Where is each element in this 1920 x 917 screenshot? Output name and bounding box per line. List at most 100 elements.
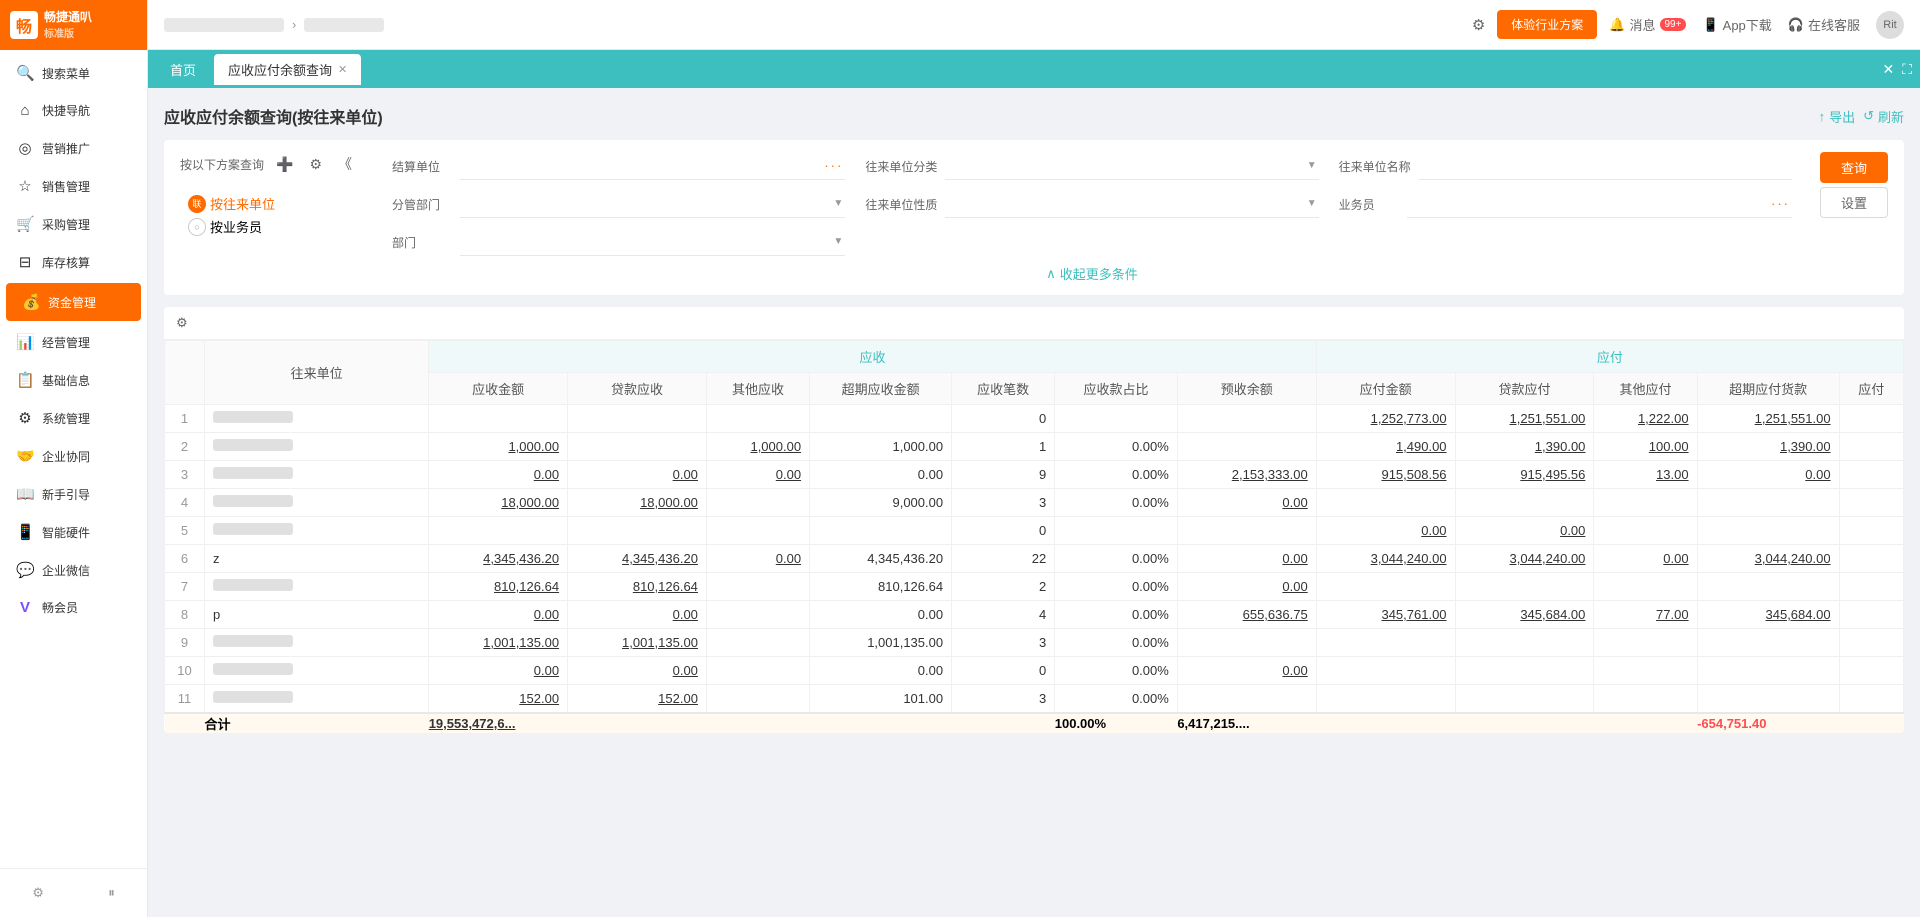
cell-pay-other xyxy=(1594,517,1697,545)
user-avatar[interactable]: Rit xyxy=(1876,11,1904,39)
cell-rownum: 1 xyxy=(165,405,205,433)
cell-rec-advance xyxy=(1177,517,1316,545)
field-partner-category: 往来单位分类 ▼ xyxy=(865,152,1318,180)
col-rec-overdue: 超期应收金额 xyxy=(810,373,952,405)
settings-gear-icon[interactable]: ⚙ xyxy=(1472,16,1485,34)
cell-rec-other xyxy=(706,517,809,545)
cell-rec-other xyxy=(706,601,809,629)
cell-rec-loan: 152.00 xyxy=(568,685,707,714)
tab-close-icon[interactable]: ✕ xyxy=(338,63,347,76)
cell-rec-ratio: 0.00% xyxy=(1055,685,1178,714)
add-scheme-btn[interactable]: ➕ xyxy=(272,154,297,175)
cell-pay-extra xyxy=(1839,517,1903,545)
notification-label: 消息 xyxy=(1629,15,1655,34)
cell-pay-overdue xyxy=(1697,517,1839,545)
cell-rec-ratio: 0.00% xyxy=(1055,657,1178,685)
sidebar-item-basic[interactable]: 📋 基础信息 xyxy=(0,361,147,399)
cell-rec-ratio: 0.00% xyxy=(1055,573,1178,601)
sidebar-item-purchase[interactable]: 🛒 采购管理 xyxy=(0,205,147,243)
cell-rec-overdue: 9,000.00 xyxy=(810,489,952,517)
sidebar-item-wechat[interactable]: 💬 企业微信 xyxy=(0,551,147,589)
sidebar-item-nav[interactable]: ⌂ 快捷导航 xyxy=(0,92,147,129)
view-by-partner[interactable]: 联 按往来单位 xyxy=(188,194,380,213)
online-service-btn[interactable]: 🎧 在线客服 xyxy=(1788,15,1860,34)
field-partner-category-input[interactable]: ▼ xyxy=(945,152,1318,180)
sidebar-item-sales[interactable]: ☆ 销售管理 xyxy=(0,167,147,205)
tab-home[interactable]: 首页 xyxy=(156,54,210,85)
cell-rec-advance xyxy=(1177,629,1316,657)
edit-scheme-btn[interactable]: ⚙ xyxy=(305,154,326,175)
collapse-scheme-btn[interactable]: 《 xyxy=(334,152,356,176)
cell-partner xyxy=(205,629,429,657)
breadcrumb-current xyxy=(304,18,384,32)
cell-rec-ratio: 0.00% xyxy=(1055,433,1178,461)
basic-icon: 📋 xyxy=(16,371,34,389)
wechat-icon: 💬 xyxy=(16,561,34,579)
cell-pay-overdue xyxy=(1697,629,1839,657)
cell-rownum: 2 xyxy=(165,433,205,461)
cell-pay-other xyxy=(1594,629,1697,657)
cell-pay-extra xyxy=(1839,433,1903,461)
footer-rec-total: 19,553,472,6... xyxy=(429,713,568,733)
sidebar-item-marketing[interactable]: ◎ 营销推广 xyxy=(0,129,147,167)
staff-radio-icon: ○ xyxy=(188,218,206,236)
sidebar-item-guide[interactable]: 📖 新手引导 xyxy=(0,475,147,513)
field-dept-label: 部门 xyxy=(392,234,452,251)
cell-rec-other xyxy=(706,573,809,601)
tab-close-window-btn[interactable]: ✕ xyxy=(1882,61,1894,78)
sidebar-item-finance[interactable]: 💰 资金管理 xyxy=(6,283,141,321)
logo-text: 畅捷通叭 xyxy=(44,10,92,26)
app-label: App下载 xyxy=(1723,15,1772,34)
export-label: 导出 xyxy=(1829,107,1855,126)
refresh-btn[interactable]: ↺ 刷新 xyxy=(1863,107,1904,126)
tab-maximize-btn[interactable]: ⛶ xyxy=(1902,61,1912,78)
sidebar-item-inventory[interactable]: ⊟ 库存核算 xyxy=(0,243,147,281)
promo-button[interactable]: 体验行业方案 xyxy=(1497,10,1597,39)
app-download-btn[interactable]: 📱 App下载 xyxy=(1702,15,1771,34)
cell-pay-loan: 0.00 xyxy=(1455,517,1594,545)
cell-partner xyxy=(205,405,429,433)
sidebar-item-system[interactable]: ⚙ 系统管理 xyxy=(0,399,147,437)
page-header: 应收应付余额查询(按往来单位) ↑ 导出 ↺ 刷新 xyxy=(164,104,1904,128)
table-settings-icon[interactable]: ⚙ xyxy=(176,315,188,331)
cell-rec-amount: 0.00 xyxy=(429,657,568,685)
field-dept-input[interactable]: ▼ xyxy=(460,228,845,256)
purchase-icon: 🛒 xyxy=(16,215,34,233)
settings-button[interactable]: 设置 xyxy=(1820,187,1888,218)
field-partner-nature-input[interactable]: ▼ xyxy=(945,190,1318,218)
notification-btn[interactable]: 🔔 消息 99+ xyxy=(1609,15,1686,34)
sidebar-collapse-btn[interactable]: ⏸ xyxy=(98,879,125,907)
cell-rec-advance xyxy=(1177,685,1316,714)
sidebar-item-member[interactable]: V 畅会员 xyxy=(0,589,147,626)
cell-rec-loan: 4,345,436.20 xyxy=(568,545,707,573)
view-by-staff[interactable]: ○ 按业务员 xyxy=(188,217,380,236)
cell-pay-loan xyxy=(1455,657,1594,685)
cell-pay-loan xyxy=(1455,685,1594,714)
field-partner-name-input[interactable] xyxy=(1419,152,1792,180)
cell-pay-other: 0.00 xyxy=(1594,545,1697,573)
sidebar-item-hardware[interactable]: 📱 智能硬件 xyxy=(0,513,147,551)
collapse-more-btn[interactable]: ∧ 收起更多条件 xyxy=(1046,264,1138,283)
query-button[interactable]: 查询 xyxy=(1820,152,1888,183)
refresh-icon: ↺ xyxy=(1863,108,1874,124)
sidebar-item-collab[interactable]: 🤝 企业协同 xyxy=(0,437,147,475)
cell-partner xyxy=(205,685,429,714)
export-btn[interactable]: ↑ 导出 xyxy=(1819,107,1856,126)
cell-rec-amount xyxy=(429,405,568,433)
field-salesperson-input[interactable]: ··· xyxy=(1407,190,1792,218)
field-settlement-input[interactable]: ··· xyxy=(460,152,845,180)
sidebar-item-label: 销售管理 xyxy=(42,178,90,195)
cell-pay-loan: 915,495.56 xyxy=(1455,461,1594,489)
cell-rec-other: 0.00 xyxy=(706,545,809,573)
tab-query[interactable]: 应收应付余额查询 ✕ xyxy=(214,54,361,85)
cell-rec-overdue xyxy=(810,405,952,433)
sidebar-settings-btn[interactable]: ⚙ xyxy=(22,879,54,907)
cell-pay-loan xyxy=(1455,629,1594,657)
cell-rec-amount: 1,001,135.00 xyxy=(429,629,568,657)
field-partner-name: 往来单位名称 xyxy=(1339,152,1792,180)
sidebar-item-search[interactable]: 🔍 搜索菜单 xyxy=(0,54,147,92)
query-actions: 查询 设置 xyxy=(1820,152,1888,283)
sidebar-item-operation[interactable]: 📊 经营管理 xyxy=(0,323,147,361)
cell-rec-count: 3 xyxy=(952,489,1055,517)
field-dept-manager-input[interactable]: ▼ xyxy=(460,190,845,218)
